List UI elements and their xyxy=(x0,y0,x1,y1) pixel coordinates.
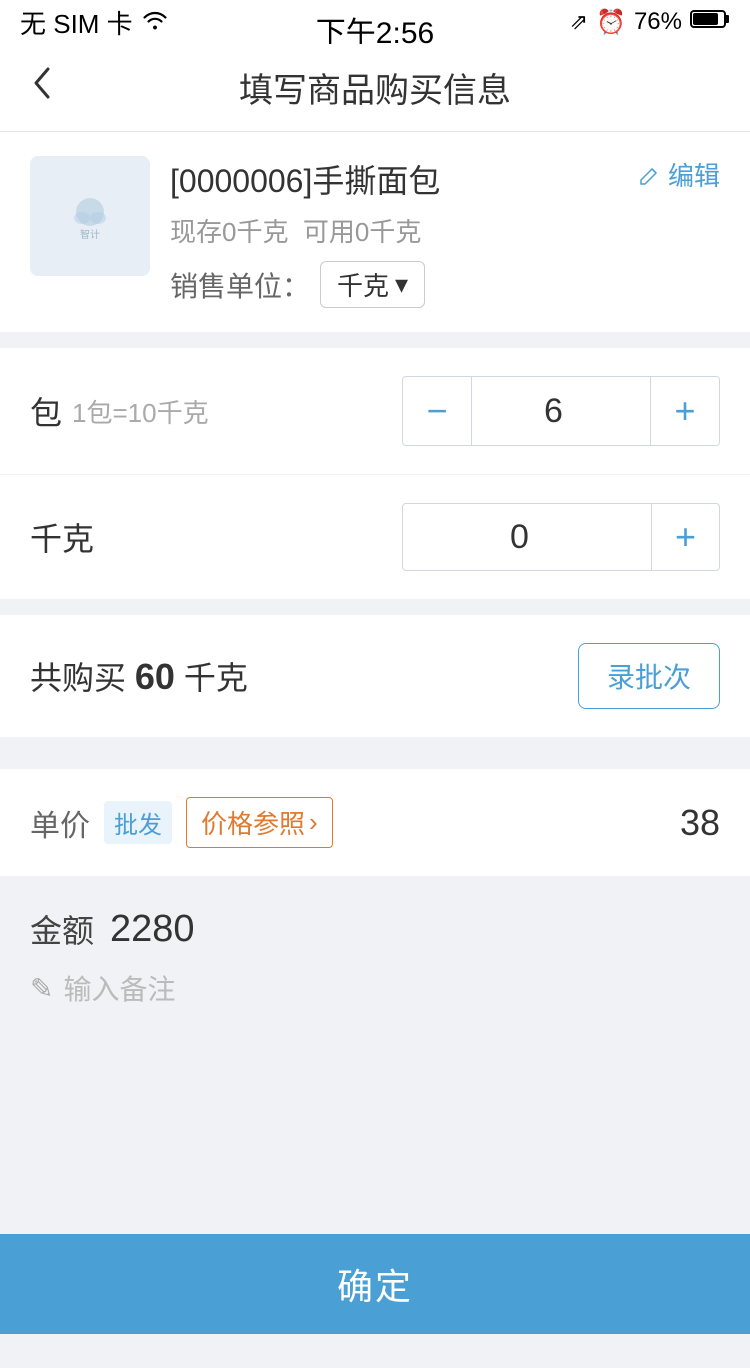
product-section: 智计 [0000006]手撕面包 编辑 现存0千克 可用0千克 销售单位： 千克… xyxy=(0,132,750,332)
page-title: 填写商品购买信息 xyxy=(239,63,511,112)
divider-2 xyxy=(0,599,750,615)
status-right: ⇗ ⏰ 76% xyxy=(570,8,730,37)
bag-quantity-input[interactable] xyxy=(471,377,651,445)
divider-3 xyxy=(0,737,750,753)
product-name-row: [0000006]手撕面包 编辑 xyxy=(170,156,720,202)
price-ref-button[interactable]: 价格参照 › xyxy=(186,797,333,848)
amount-row: 金额 2280 xyxy=(30,906,720,952)
svg-text:智计: 智计 xyxy=(80,228,100,241)
price-row: 单价 批发 价格参照 › 38 xyxy=(30,797,720,848)
bag-label: 包 xyxy=(30,388,62,434)
unit-row: 销售单位： 千克 ▾ xyxy=(170,261,720,308)
remark-icon: ✎ xyxy=(30,972,53,1005)
kg-plus-button[interactable]: + xyxy=(652,503,720,571)
amount-label: 金额 xyxy=(30,906,94,952)
total-row: 共购买 60 千克 录批次 xyxy=(0,615,750,737)
carrier-label: 无 SIM 卡 xyxy=(20,4,133,41)
kg-label: 千克 xyxy=(30,514,94,560)
product-info: [0000006]手撕面包 编辑 现存0千克 可用0千克 销售单位： 千克 ▾ xyxy=(170,156,720,308)
input-section: 包 1包=10千克 − + 千克 + xyxy=(0,348,750,599)
remark-row[interactable]: ✎ 输入备注 xyxy=(30,968,720,1008)
confirm-button[interactable]: 确定 xyxy=(0,1234,750,1334)
unit-select[interactable]: 千克 ▾ xyxy=(320,261,425,308)
location-icon: ⇗ xyxy=(570,9,588,35)
bag-plus-button[interactable]: + xyxy=(651,377,719,445)
stock-info: 现存0千克 可用0千克 xyxy=(170,212,720,249)
amount-section: 金额 2280 ✎ 输入备注 xyxy=(0,876,750,1028)
bag-quantity-control: − + xyxy=(402,376,720,446)
bag-sublabel: 1包=10千克 xyxy=(72,393,209,430)
product-name: [0000006]手撕面包 xyxy=(170,156,638,202)
divider-1 xyxy=(0,332,750,348)
total-text: 共购买 60 千克 xyxy=(30,653,248,699)
alarm-icon: ⏰ xyxy=(596,8,626,37)
status-bar: 无 SIM 卡 下午2:56 ⇗ ⏰ 76% xyxy=(0,0,750,44)
status-left: 无 SIM 卡 xyxy=(20,4,169,41)
battery-icon xyxy=(690,8,730,37)
battery-label: 76% xyxy=(634,8,682,36)
batch-button[interactable]: 录批次 xyxy=(578,643,720,709)
bag-input-row: 包 1包=10千克 − + xyxy=(0,348,750,475)
price-tag: 批发 xyxy=(104,801,172,844)
wifi-icon xyxy=(141,7,169,38)
remark-placeholder: 输入备注 xyxy=(63,968,175,1008)
edit-button[interactable]: 编辑 xyxy=(638,156,720,193)
kg-quantity-input[interactable] xyxy=(402,503,652,571)
kg-input-row: 千克 + xyxy=(0,475,750,599)
price-section: 单价 批发 价格参照 › 38 xyxy=(0,769,750,876)
price-label: 单价 xyxy=(30,801,90,845)
kg-quantity-control: + xyxy=(402,503,720,571)
price-value: 38 xyxy=(680,802,720,844)
price-left: 单价 批发 价格参照 › xyxy=(30,797,333,848)
nav-bar: 填写商品购买信息 xyxy=(0,44,750,132)
amount-value: 2280 xyxy=(110,908,195,951)
product-image: 智计 xyxy=(30,156,150,276)
back-button[interactable] xyxy=(30,63,54,113)
bag-minus-button[interactable]: − xyxy=(403,377,471,445)
